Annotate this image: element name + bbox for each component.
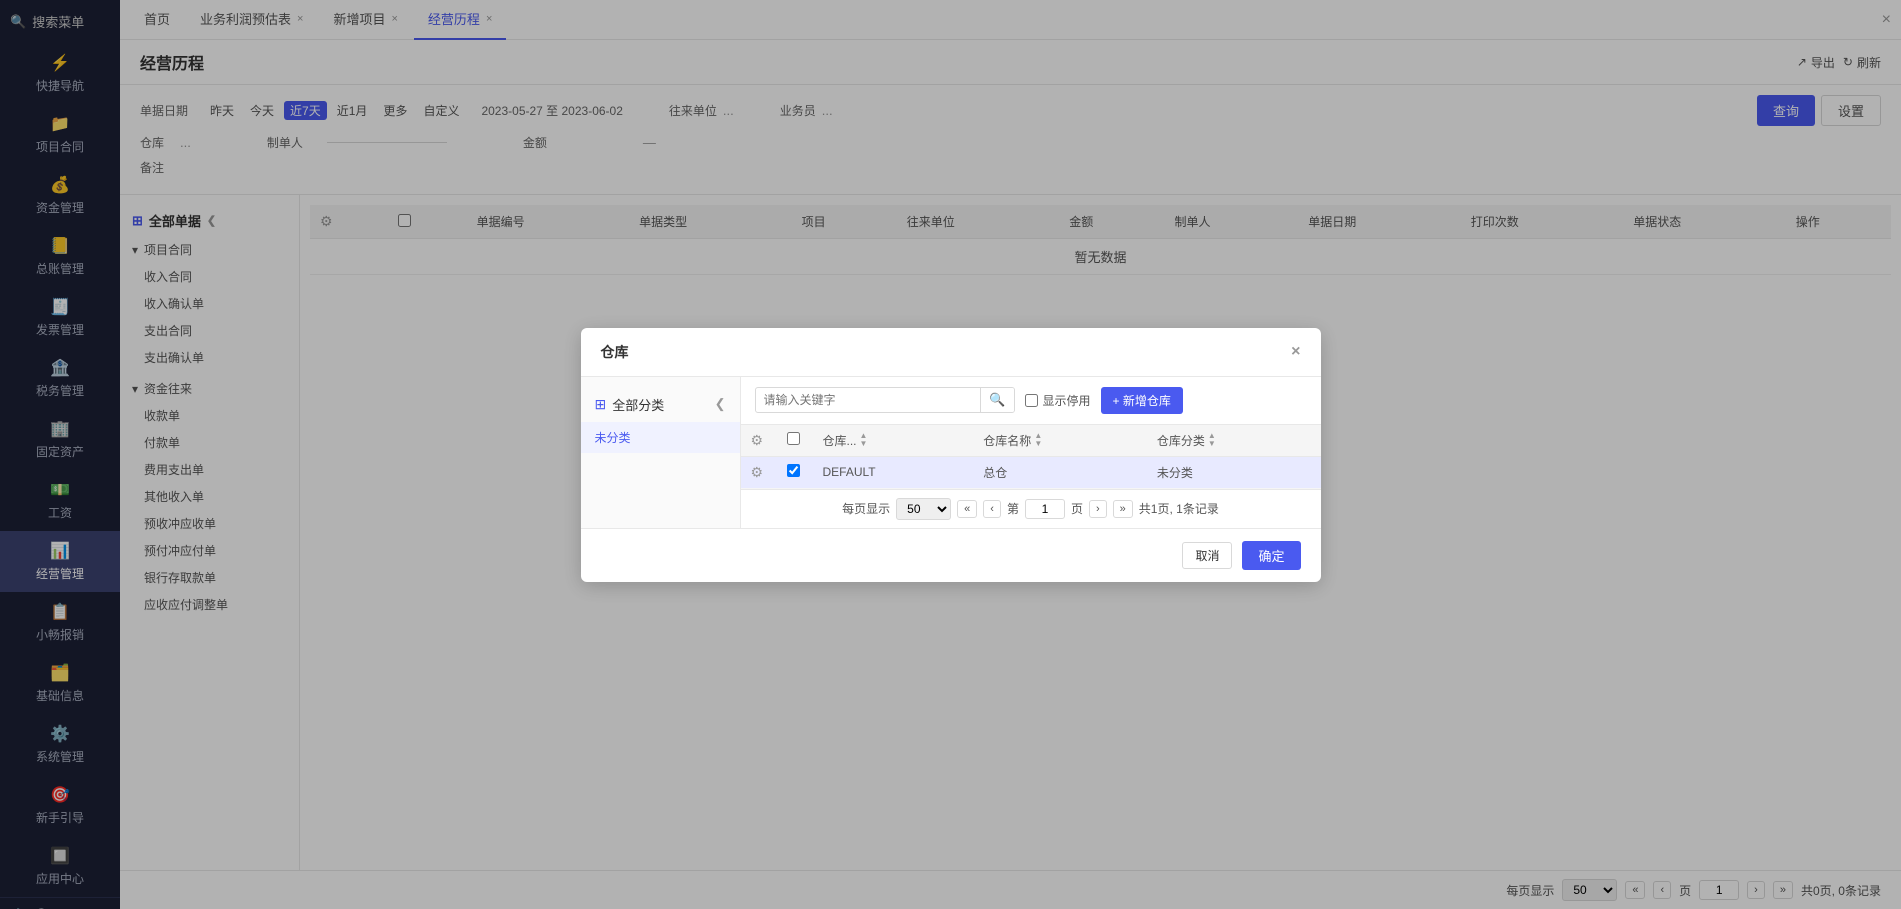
show-disabled-text: 显示停用 [1043,392,1091,409]
category-sort-arrows: ▲▼ [1208,432,1216,448]
dth-checkbox [777,425,813,457]
dialog-page-suffix: 页 [1071,500,1083,517]
name-sort-arrows: ▲▼ [1034,432,1042,448]
dth-code: 仓库... ▲▼ [813,425,974,457]
dialog-category-unclassified[interactable]: 未分类 [581,422,740,453]
row-settings-icon[interactable]: ⚙ [751,464,764,480]
code-sort-arrows: ▲▼ [860,432,868,448]
dialog-body: ⊞ 全部分类 ❮ 未分类 🔍 显示停用 [581,377,1321,528]
dialog-table-area: ⚙ 仓库... ▲▼ 仓库名称 [741,425,1321,489]
row-code: DEFAULT [813,456,974,488]
dialog-right-panel: 🔍 显示停用 + 新增仓库 ⚙ [741,377,1321,528]
dialog-close-button[interactable]: × [1291,343,1300,361]
dialog-next-page-btn[interactable]: › [1089,500,1107,518]
row-name: 总仓 [973,456,1147,488]
dialog-footer: 取消 确定 [581,528,1321,582]
dialog-search-input[interactable] [756,389,981,411]
dialog-select-all-checkbox[interactable] [787,432,800,445]
row-category: 未分类 [1147,456,1321,488]
dialog-toolbar: 🔍 显示停用 + 新增仓库 [741,377,1321,425]
dialog-column-settings-icon[interactable]: ⚙ [751,432,764,448]
collapse-icon[interactable]: ❮ [715,396,726,412]
dth-settings: ⚙ [741,425,777,457]
dialog-table-header-row: ⚙ 仓库... ▲▼ 仓库名称 [741,425,1321,457]
all-category-label: 全部分类 [612,395,664,414]
dialog-all-category[interactable]: ⊞ 全部分类 ❮ [581,387,740,422]
dialog-page-label: 第 [1007,500,1019,517]
warehouse-dialog: 仓库 × ⊞ 全部分类 ❮ 未分类 🔍 [581,328,1321,582]
dialog-last-page-btn[interactable]: » [1113,500,1133,518]
show-disabled-label: 显示停用 [1025,392,1091,409]
dialog-header: 仓库 × [581,328,1321,377]
code-sort-header[interactable]: 仓库... ▲▼ [823,432,964,449]
dialog-left-panel: ⊞ 全部分类 ❮ 未分类 [581,377,741,528]
dialog-table-row[interactable]: ⚙ DEFAULT 总仓 未分类 [741,456,1321,488]
modal-overlay: 仓库 × ⊞ 全部分类 ❮ 未分类 🔍 [0,0,1901,909]
dialog-search-box: 🔍 [755,387,1015,413]
dth-category: 仓库分类 ▲▼ [1147,425,1321,457]
dialog-first-page-btn[interactable]: « [957,500,977,518]
row-checkbox-input[interactable] [787,464,800,477]
dialog-search-button[interactable]: 🔍 [980,388,1013,412]
dialog-page-size-select[interactable]: 50 100 [896,498,951,520]
dialog-table: ⚙ 仓库... ▲▼ 仓库名称 [741,425,1321,489]
category-sort-header[interactable]: 仓库分类 ▲▼ [1157,432,1311,449]
dialog-page-size-label: 每页显示 [842,500,890,517]
grid-icon-dialog: ⊞ [595,396,607,413]
dialog-cancel-button[interactable]: 取消 [1182,542,1232,569]
name-sort-header[interactable]: 仓库名称 ▲▼ [983,432,1137,449]
add-warehouse-button[interactable]: + 新增仓库 [1101,387,1183,414]
dialog-prev-page-btn[interactable]: ‹ [983,500,1001,518]
row-settings: ⚙ [741,456,777,488]
dialog-pagination: 每页显示 50 100 « ‹ 第 页 › » 共1页, 1条记录 [741,489,1321,528]
dth-name: 仓库名称 ▲▼ [973,425,1147,457]
dialog-confirm-button[interactable]: 确定 [1242,541,1300,570]
row-checkbox [777,456,813,488]
dialog-page-input[interactable] [1025,499,1065,519]
dialog-title: 仓库 [601,342,629,362]
dialog-total-info: 共1页, 1条记录 [1139,500,1219,517]
show-disabled-checkbox[interactable] [1025,394,1038,407]
